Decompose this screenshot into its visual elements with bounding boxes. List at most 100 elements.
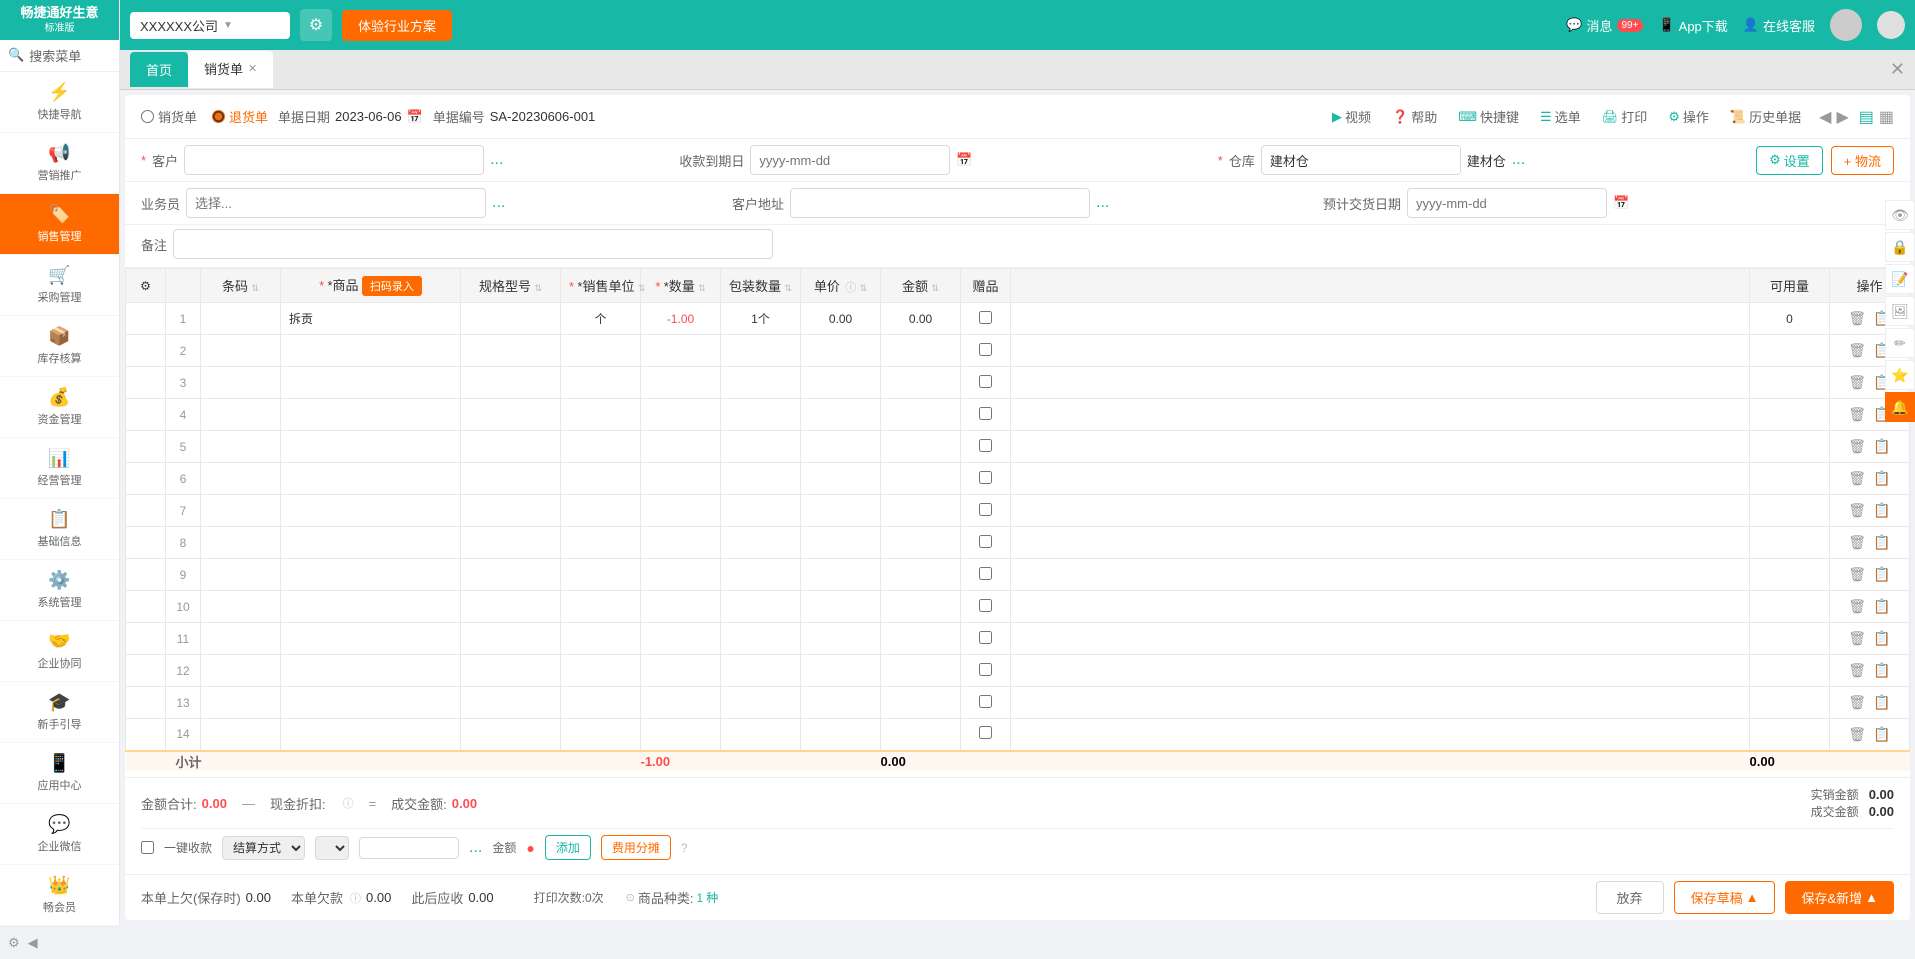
print-button[interactable]: 🖨 打印 (1594, 103, 1656, 130)
sidebar-item-operations[interactable]: 📊 经营管理 (0, 438, 119, 499)
delete-row-button[interactable]: 🗑 (1846, 724, 1868, 745)
discard-button[interactable]: 放弃 (1596, 881, 1664, 914)
message-button[interactable]: 💬 消息 99+ (1566, 16, 1643, 35)
remark-input[interactable] (173, 229, 773, 259)
online-service-button[interactable]: 👤 在线客服 (1743, 16, 1815, 35)
gift-checkbox[interactable] (979, 663, 992, 676)
customer-input[interactable] (184, 145, 484, 175)
account-number-input[interactable] (359, 837, 459, 859)
sidebar-item-guide[interactable]: 🎓 新手引导 (0, 682, 119, 743)
warehouse-ellipsis-button[interactable]: ... (1512, 151, 1525, 169)
salesperson-ellipsis-button[interactable]: ... (492, 194, 505, 212)
float-note-button[interactable]: 📝 (1885, 264, 1915, 294)
sidebar-search[interactable]: 🔍 搜索菜单 (0, 40, 119, 72)
delete-row-button[interactable]: 🗑 (1846, 436, 1868, 457)
delete-row-button[interactable]: 🗑 (1846, 500, 1868, 521)
sidebar-item-finance[interactable]: 💰 资金管理 (0, 377, 119, 438)
gift-checkbox[interactable] (979, 471, 992, 484)
customer-address-ellipsis-button[interactable]: ... (1096, 194, 1109, 212)
copy-row-button[interactable]: 📋 (1871, 468, 1892, 489)
tab-close-icon[interactable]: ✕ (248, 62, 257, 75)
copy-row-button[interactable]: 📋 (1871, 436, 1892, 457)
trial-button[interactable]: 体验行业方案 (342, 10, 452, 41)
expected-date-input[interactable] (1407, 188, 1607, 218)
tab-home[interactable]: 首页 (130, 52, 188, 87)
discount-info-icon[interactable]: ⓘ (343, 795, 354, 811)
gift-checkbox[interactable] (979, 311, 992, 324)
save-draft-button[interactable]: 保存草稿 ▲ (1674, 881, 1776, 914)
avatar-secondary[interactable] (1877, 11, 1905, 39)
logistics-button[interactable]: + 物流 (1831, 146, 1894, 175)
sidebar-item-marketing[interactable]: 📢 营销推广 (0, 133, 119, 194)
customer-address-input[interactable] (790, 188, 1090, 218)
sort-unit-icon[interactable]: ⇅ (638, 283, 646, 293)
gift-checkbox[interactable] (979, 599, 992, 612)
sort-qty-icon[interactable]: ⇅ (698, 283, 706, 293)
delete-row-button[interactable]: 🗑 (1846, 692, 1868, 713)
gift-checkbox[interactable] (979, 503, 992, 516)
float-bell-button[interactable]: 🔔 (1885, 392, 1915, 422)
nav-next-icon[interactable]: ▶ (1836, 107, 1848, 127)
gift-checkbox[interactable] (979, 407, 992, 420)
gift-checkbox[interactable] (979, 439, 992, 452)
radio-return-order[interactable]: 退货单 (212, 107, 268, 126)
delete-row-button[interactable]: 🗑 (1846, 404, 1868, 425)
app-download-button[interactable]: 📱 App下载 (1658, 16, 1727, 35)
gift-checkbox[interactable] (979, 631, 992, 644)
doc-date-calendar-icon[interactable]: 📅 (407, 109, 423, 125)
sidebar-item-vip[interactable]: 👑 畅会员 (0, 865, 119, 926)
th-settings[interactable]: ⚙ (126, 269, 166, 303)
gift-checkbox[interactable] (979, 375, 992, 388)
copy-row-button[interactable]: 📋 (1871, 660, 1892, 681)
float-image-button[interactable]: 🖼 (1885, 296, 1915, 326)
settle-method-select[interactable]: 结算方式 (222, 836, 305, 860)
select-button[interactable]: ☰ 选单 (1532, 103, 1589, 130)
sidebar-item-quick-nav[interactable]: ⚡ 快捷导航 (0, 72, 119, 133)
shortcut-button[interactable]: ⌨ 快捷键 (1450, 103, 1527, 130)
close-all-tabs-icon[interactable]: ✕ (1890, 59, 1905, 80)
sidebar-item-sales[interactable]: 🏷️ 销售管理 (0, 194, 119, 255)
customer-ellipsis-button[interactable]: ... (490, 151, 503, 169)
help-button[interactable]: ❓ 帮助 (1384, 103, 1445, 130)
video-button[interactable]: ▶ 视频 (1324, 103, 1379, 130)
delete-row-button[interactable]: 🗑 (1846, 564, 1868, 585)
delete-row-button[interactable]: 🗑 (1846, 660, 1868, 681)
copy-row-button[interactable]: 📋 (1871, 532, 1892, 553)
due-date-calendar-icon[interactable]: 📅 (956, 152, 972, 168)
copy-row-button[interactable]: 📋 (1871, 500, 1892, 521)
expected-date-calendar-icon[interactable]: 📅 (1613, 195, 1629, 211)
due-date-input[interactable] (750, 145, 950, 175)
float-star-button[interactable]: ⭐ (1885, 360, 1915, 390)
gift-checkbox[interactable] (979, 343, 992, 356)
copy-row-button[interactable]: 📋 (1871, 692, 1892, 713)
grid-view-icon[interactable]: ▤ (1859, 107, 1874, 127)
copy-row-button[interactable]: 📋 (1871, 724, 1892, 745)
sidebar-item-wechat[interactable]: 💬 企业微信 (0, 804, 119, 865)
delete-row-button[interactable]: 🗑 (1846, 628, 1868, 649)
sidebar-item-enterprise[interactable]: 🤝 企业协同 (0, 621, 119, 682)
company-selector[interactable]: XXXXXX公司 ▼ (130, 12, 290, 39)
history-button[interactable]: 📜 历史单据 (1722, 103, 1809, 130)
gift-checkbox[interactable] (979, 567, 992, 580)
sort-price-icon[interactable]: ⇅ (860, 283, 868, 293)
warehouse-input[interactable] (1261, 145, 1461, 175)
expense-split-button[interactable]: 费用分摊 (601, 835, 671, 860)
owed-info-icon[interactable]: ⓘ (350, 890, 361, 906)
nav-prev-icon[interactable]: ◀ (1819, 107, 1831, 127)
sort-spec-icon[interactable]: ⇅ (534, 283, 542, 293)
delete-row-button[interactable]: 🗑 (1846, 596, 1868, 617)
price-info-icon[interactable]: ⓘ (845, 282, 856, 294)
copy-row-button[interactable]: 📋 (1871, 596, 1892, 617)
gift-checkbox[interactable] (979, 726, 992, 739)
sidebar-item-purchase[interactable]: 🛒 采购管理 (0, 255, 119, 316)
sort-barcode-icon[interactable]: ⇅ (251, 283, 259, 293)
delete-row-button[interactable]: 🗑 (1846, 532, 1868, 553)
product-type-info-icon[interactable]: ⊙ (626, 891, 635, 904)
delete-row-button[interactable]: 🗑 (1846, 468, 1868, 489)
collapse-icon[interactable]: ◀ (28, 935, 38, 951)
add-payment-button[interactable]: 添加 (545, 835, 591, 860)
gift-checkbox[interactable] (979, 535, 992, 548)
settings-icon[interactable]: ⚙ (8, 935, 20, 951)
ops-button[interactable]: ⚙ 操作 (1660, 103, 1717, 130)
one-click-pay-checkbox[interactable] (141, 841, 154, 854)
